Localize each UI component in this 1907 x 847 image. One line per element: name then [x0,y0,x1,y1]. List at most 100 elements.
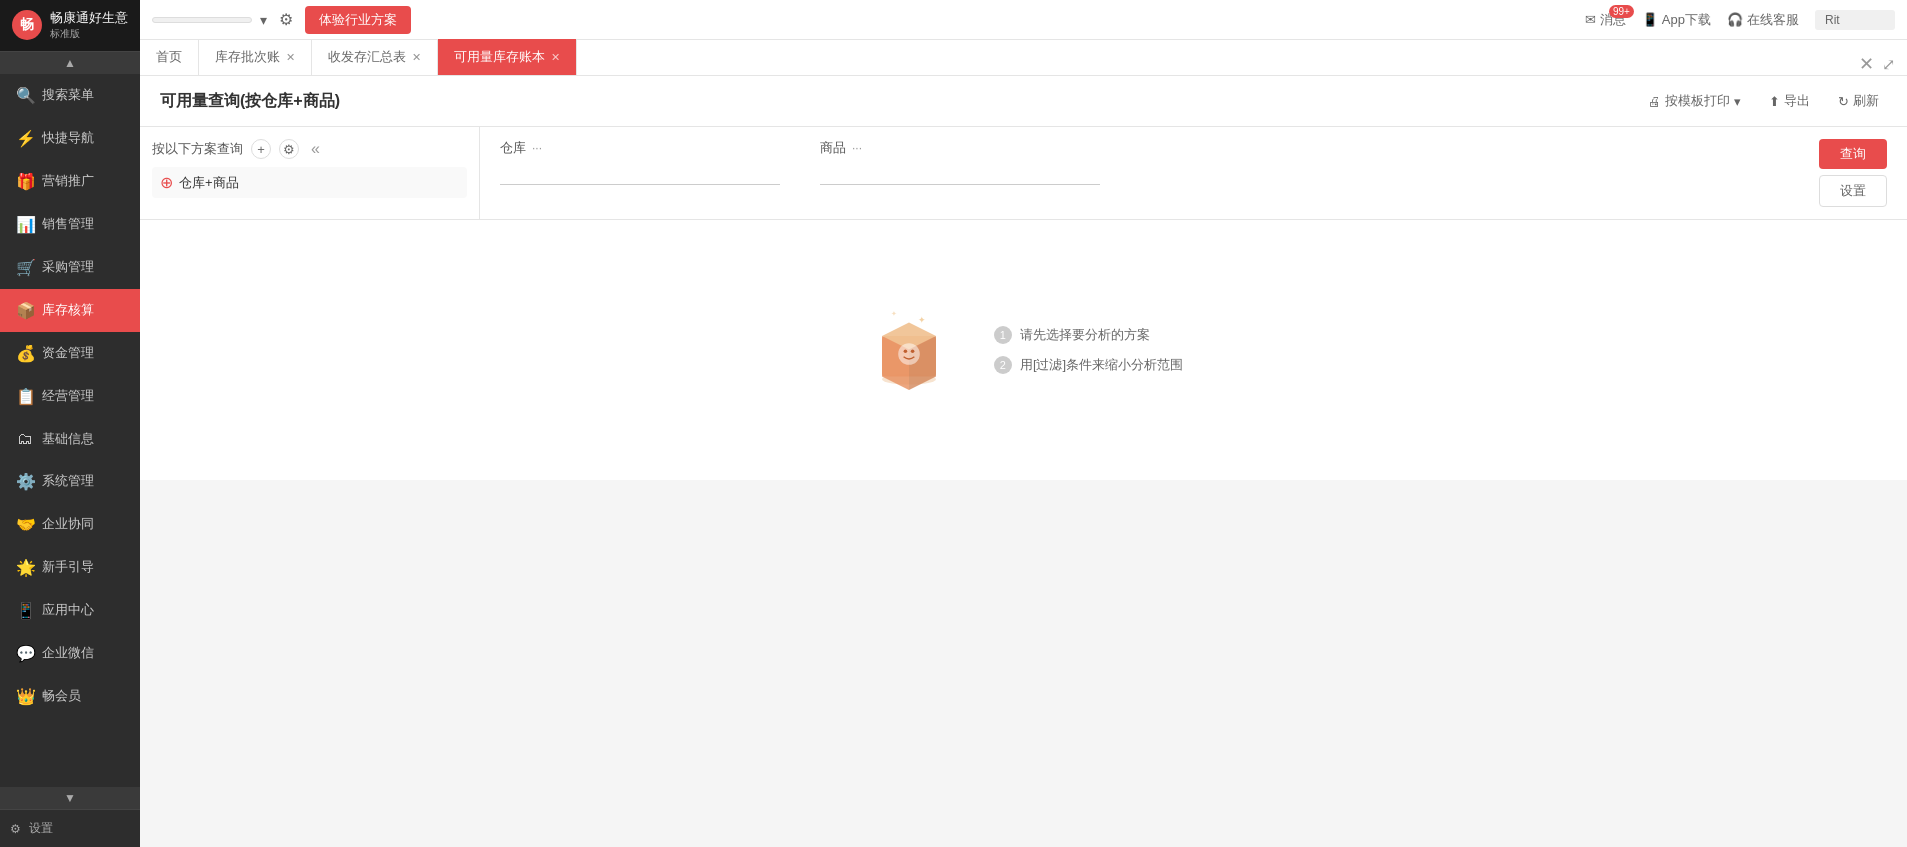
sidebar-item-label: 库存核算 [42,301,94,319]
tab-summary-close[interactable]: ✕ [412,51,421,64]
query-sidebar-header: 按以下方案查询 + ⚙ « [152,139,467,159]
sidebar-item-label: 企业协同 [42,515,94,533]
sidebar-item-label: 搜索菜单 [42,86,94,104]
warehouse-input[interactable] [500,161,780,185]
user-menu[interactable]: Rit [1815,10,1895,30]
tabs-close-all-btn[interactable]: ✕ [1855,53,1878,75]
product-label: 商品 ··· [820,139,1100,157]
svg-point-5 [898,343,920,365]
sidebar-item-member[interactable]: 👑畅会员 [0,675,140,718]
query-actions: 查询 设置 [1819,127,1907,219]
message-icon: ✉ [1585,12,1596,27]
app-download-label: App下载 [1662,11,1711,29]
sidebar-item-label: 营销推广 [42,172,94,190]
sidebar-header: 畅 畅康通好生意 标准版 [0,0,140,52]
sidebar-item-search[interactable]: 🔍搜索菜单 [0,74,140,117]
scheme-item[interactable]: ⊕ 仓库+商品 [152,167,467,198]
tabs-bar: 首页 库存批次账 ✕ 收发存汇总表 ✕ 可用量库存账本 ✕ ✕ ⤢ [140,40,1907,76]
sidebar-item-sales[interactable]: 📊销售管理 [0,203,140,246]
scheme-item-label: 仓库+商品 [179,174,239,192]
sidebar-item-basic[interactable]: 🗂基础信息 [0,418,140,460]
warehouse-more[interactable]: ··· [532,141,542,155]
tab-available[interactable]: 可用量库存账本 ✕ [438,39,577,75]
empty-tips: 1 请先选择要分析的方案 2 用[过滤]条件来缩小分析范围 [994,326,1183,374]
sidebar-item-label: 经营管理 [42,387,94,405]
empty-icon-area: ✦ ✦ [864,300,964,400]
print-label: 按模板打印 [1665,92,1730,110]
svg-text:✦: ✦ [891,309,897,318]
product-more[interactable]: ··· [852,141,862,155]
sidebar-item-label: 新手引导 [42,558,94,576]
sidebar-item-label: 采购管理 [42,258,94,276]
tab-batch-close[interactable]: ✕ [286,51,295,64]
breadcrumb [152,17,252,23]
app-download-btn[interactable]: 📱 App下载 [1642,11,1711,29]
query-sidebar: 按以下方案查询 + ⚙ « ⊕ 仓库+商品 [140,127,480,219]
print-btn[interactable]: 🖨 按模板打印 ▾ [1640,88,1749,114]
query-sidebar-title: 按以下方案查询 [152,140,243,158]
query-btn[interactable]: 查询 [1819,139,1887,169]
page-title: 可用量查询(按仓库+商品) [160,91,340,112]
export-label: 导出 [1784,92,1810,110]
sidebar-nav: 🔍搜索菜单⚡快捷导航 🎁 营销推广 📊销售管理🛒采购管理 📦 库存核算 💰资金管理 📋 经营管理… [0,74,140,787]
sales-icon: 📊 [16,215,34,234]
sidebar-item-label: 基础信息 [42,430,94,448]
query-fields: 仓库 ··· 商品 ··· [480,127,1819,219]
tab-available-close[interactable]: ✕ [551,51,560,64]
refresh-btn[interactable]: ↻ 刷新 [1830,88,1887,114]
product-input[interactable] [820,161,1100,185]
tip-text-1: 请先选择要分析的方案 [1020,326,1150,344]
sidebar-item-newbie[interactable]: 🌟新手引导 [0,546,140,589]
tab-summary[interactable]: 收发存汇总表 ✕ [312,39,438,75]
sidebar-bottom[interactable]: ⚙ 设置 [0,809,140,847]
collapse-btn[interactable]: « [311,140,320,158]
export-btn[interactable]: ⬆ 导出 [1761,88,1818,114]
add-scheme-btn[interactable]: + [251,139,271,159]
app-logo: 畅 [12,10,42,40]
sidebar-item-operation[interactable]: 📋 经营管理 [0,375,140,418]
tab-home[interactable]: 首页 [140,39,199,75]
page-header: 可用量查询(按仓库+商品) 🖨 按模板打印 ▾ ⬆ 导出 ↻ 刷新 [140,76,1907,127]
message-btn[interactable]: ✉ 消息 99+ [1585,11,1626,29]
print-dropdown-icon[interactable]: ▾ [1734,94,1741,109]
empty-box-icon: ✦ ✦ [864,300,954,390]
appstore-icon: 📱 [16,601,34,620]
empty-state: ✦ ✦ 1 请先选择要分析的方案 2 用[过滤]条件来缩小分析范围 [140,220,1907,480]
online-service-btn[interactable]: 🎧 在线客服 [1727,11,1799,29]
enterprise-icon: 🤝 [16,515,34,534]
sidebar-item-system[interactable]: ⚙️系统管理 [0,460,140,503]
inventory-icon: 📦 [16,301,34,320]
svg-text:✦: ✦ [918,315,926,325]
sidebar-item-finance[interactable]: 💰资金管理 [0,332,140,375]
sidebar-item-wechat[interactable]: 💬企业微信 [0,632,140,675]
refresh-label: 刷新 [1853,92,1879,110]
tab-available-label: 可用量库存账本 [454,48,545,66]
scheme-settings-btn[interactable]: ⚙ [279,139,299,159]
app-icon: 📱 [1642,12,1658,27]
topbar-settings-icon[interactable]: ⚙ [275,8,297,31]
operation-icon: 📋 [16,387,34,406]
sidebar-item-inventory[interactable]: 📦 库存核算 [0,289,140,332]
sidebar-bottom-label: 设置 [29,820,53,837]
sidebar-item-marketing[interactable]: 🎁 营销推广 [0,160,140,203]
sidebar-scroll-up[interactable]: ▲ [0,52,140,74]
empty-tip-1: 1 请先选择要分析的方案 [994,326,1183,344]
tab-batch[interactable]: 库存批次账 ✕ [199,39,312,75]
sidebar-item-purchase[interactable]: 🛒采购管理 [0,246,140,289]
sidebar-item-appstore[interactable]: 📱应用中心 [0,589,140,632]
system-icon: ⚙️ [16,472,34,491]
sidebar-item-shortcut[interactable]: ⚡快捷导航 [0,117,140,160]
sidebar-item-label: 畅会员 [42,687,81,705]
tip-num-2: 2 [994,356,1012,374]
sidebar-item-enterprise[interactable]: 🤝 企业协同 [0,503,140,546]
tip-text-2: 用[过滤]条件来缩小分析范围 [1020,356,1183,374]
settings-btn2[interactable]: 设置 [1819,175,1887,207]
main-content: ▾ ⚙ 体验行业方案 ✉ 消息 99+ 📱 App下载 🎧 在线客服 Rit 首… [140,0,1907,847]
marketing-icon: 🎁 [16,172,34,191]
tabs-resize-btn[interactable]: ⤢ [1882,55,1895,74]
message-badge: 99+ [1609,5,1634,18]
settings-icon: ⚙ [10,822,21,836]
industry-btn[interactable]: 体验行业方案 [305,6,411,34]
breadcrumb-dropdown[interactable]: ▾ [260,12,267,28]
sidebar-scroll-down[interactable]: ▼ [0,787,140,809]
